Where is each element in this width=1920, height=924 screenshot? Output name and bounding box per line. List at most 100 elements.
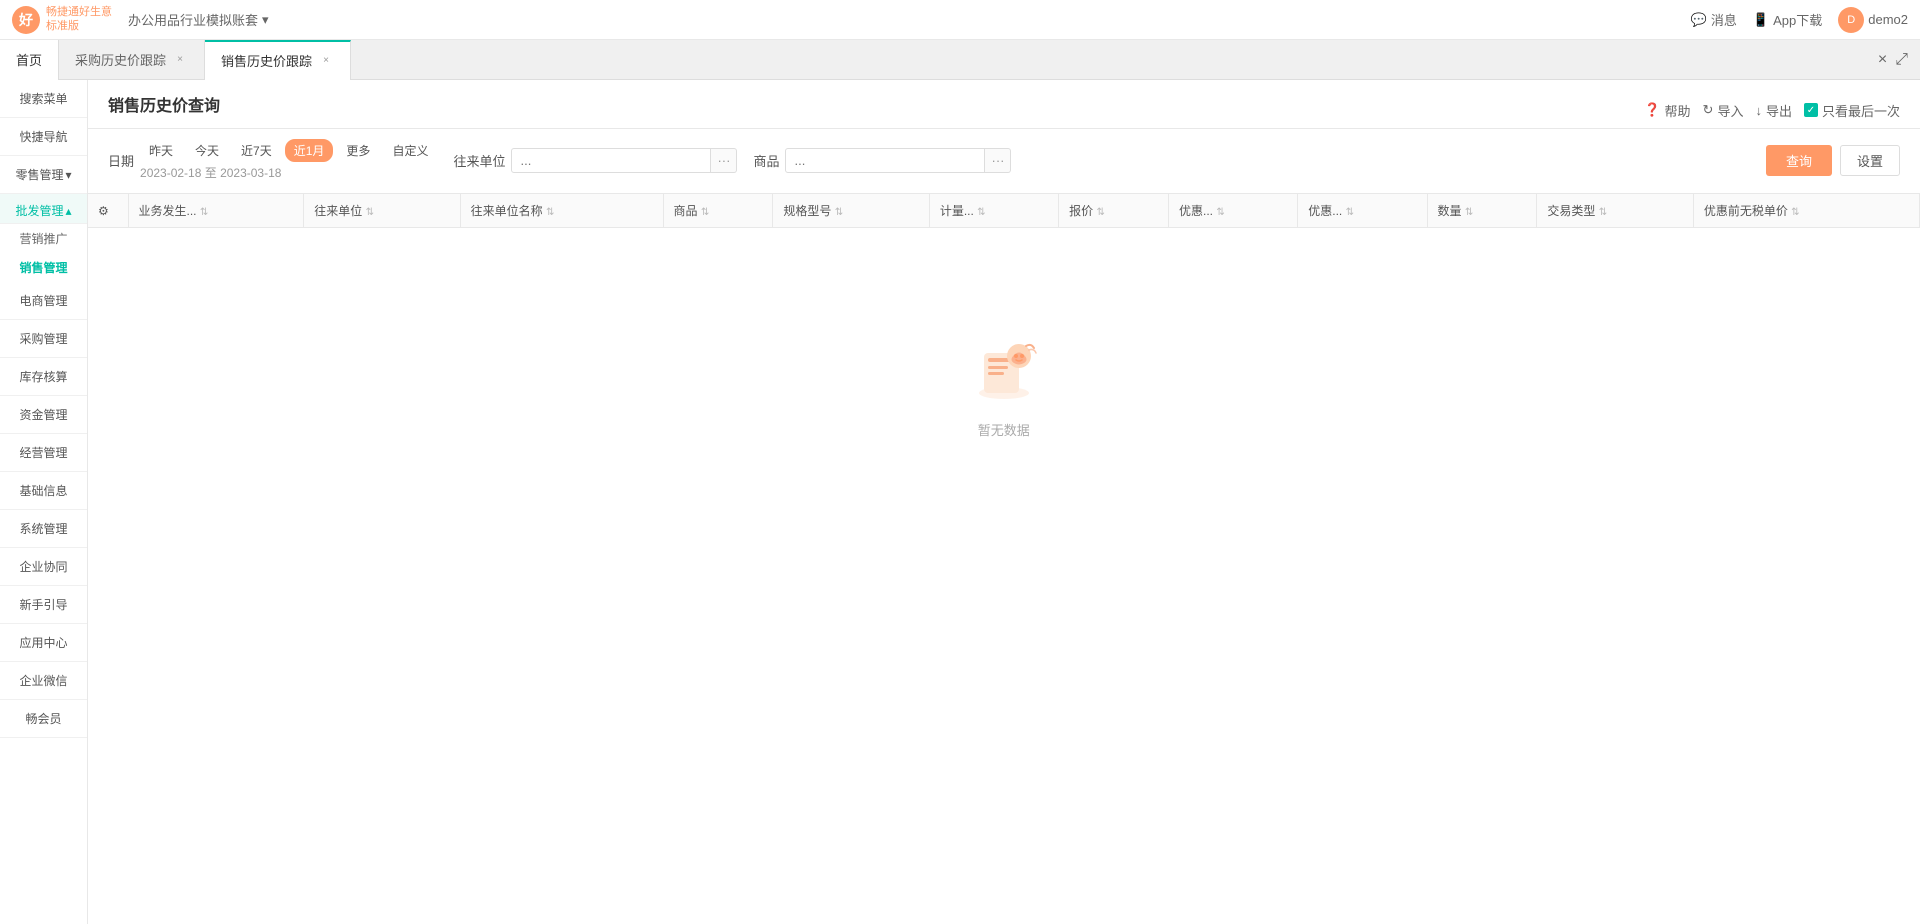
- col-pre-tax-price[interactable]: 优惠前无税单价 ⇅: [1693, 194, 1919, 228]
- from-unit-label: 往来单位: [453, 151, 505, 170]
- sidebar-item-purchase-mgmt[interactable]: 采购管理: [0, 320, 87, 358]
- col-trade-type[interactable]: 交易类型 ⇅: [1537, 194, 1693, 228]
- col-quote-price[interactable]: 报价 ⇅: [1059, 194, 1169, 228]
- from-unit-input[interactable]: [511, 148, 711, 173]
- sidebar-item-system-mgmt[interactable]: 系统管理: [0, 510, 87, 548]
- sidebar-item-enterprise-collab[interactable]: 企业协同: [0, 548, 87, 586]
- filter-row: 日期 昨天 今天 近7天 近1月 更多 自定义 2023-02-18 至 202…: [108, 139, 1900, 181]
- message-item[interactable]: 💬 消息: [1691, 10, 1737, 29]
- sidebar-item-inventory-check[interactable]: 库存核算: [0, 358, 87, 396]
- sort-icon: ⇅: [977, 207, 985, 218]
- date-filter: 日期 昨天 今天 近7天 近1月 更多 自定义 2023-02-18 至 202…: [108, 139, 437, 181]
- table-settings-col[interactable]: ⚙: [88, 194, 128, 228]
- sidebar-item-retail-mgmt[interactable]: 零售管理 ▾: [0, 156, 87, 194]
- sort-icon: ⇅: [1599, 207, 1607, 218]
- close-purchase-history-tab[interactable]: ×: [172, 52, 188, 68]
- col-unit-label: 计量...: [940, 204, 974, 218]
- sort-icon: ⇅: [701, 207, 709, 218]
- col-quote-price-label: 报价: [1069, 204, 1093, 218]
- sidebar-sub-sales-mgmt[interactable]: 销售管理: [0, 253, 87, 282]
- header-actions: ❓ 帮助 ↻ 导入 ↓ 导出 ✓ 只看最后一次: [1644, 101, 1900, 120]
- col-quantity[interactable]: 数量 ⇅: [1427, 194, 1537, 228]
- company-selector[interactable]: 办公用品行业模拟账套 ▾: [120, 10, 277, 29]
- col-quantity-label: 数量: [1438, 204, 1462, 218]
- col-discount2-label: 优惠...: [1308, 204, 1342, 218]
- close-sales-history-tab[interactable]: ×: [318, 53, 334, 69]
- sidebar-item-quick-nav[interactable]: 快捷导航: [0, 118, 87, 156]
- filter-bar: 日期 昨天 今天 近7天 近1月 更多 自定义 2023-02-18 至 202…: [88, 129, 1920, 194]
- date-buttons: 昨天 今天 近7天 近1月 更多 自定义: [140, 139, 437, 162]
- import-action[interactable]: ↻ 导入: [1703, 101, 1744, 120]
- sidebar-item-basic-info[interactable]: 基础信息: [0, 472, 87, 510]
- col-from-unit[interactable]: 往来单位 ⇅: [304, 194, 460, 228]
- col-discount2[interactable]: 优惠... ⇅: [1298, 194, 1427, 228]
- sidebar-item-finance-mgmt[interactable]: 资金管理: [0, 396, 87, 434]
- date-btn-custom[interactable]: 自定义: [383, 139, 437, 162]
- date-btn-yesterday[interactable]: 昨天: [140, 139, 182, 162]
- col-trade-type-label: 交易类型: [1547, 204, 1595, 218]
- help-action[interactable]: ❓ 帮助: [1644, 101, 1690, 120]
- maximize-button[interactable]: ⤢: [1895, 51, 1908, 69]
- date-btn-7days[interactable]: 近7天: [232, 139, 281, 162]
- page-title-row: 销售历史价查询 ❓ 帮助 ↻ 导入 ↓ 导出 ✓: [108, 92, 1900, 128]
- tabbar-actions: × ⤢: [1878, 51, 1920, 69]
- sort-icon: ⇅: [1791, 207, 1799, 218]
- col-unit[interactable]: 计量... ⇅: [929, 194, 1058, 228]
- setting-button[interactable]: 设置: [1840, 145, 1900, 176]
- col-product-label: 商品: [674, 204, 698, 218]
- content-area: 销售历史价查询 ❓ 帮助 ↻ 导入 ↓ 导出 ✓: [88, 80, 1920, 924]
- sidebar-item-app-center[interactable]: 应用中心: [0, 624, 87, 662]
- sort-icon: ⇅: [1465, 207, 1473, 218]
- col-discount1-label: 优惠...: [1179, 204, 1213, 218]
- from-unit-search-icon[interactable]: ···: [711, 148, 737, 173]
- product-label: 商品: [753, 151, 779, 170]
- sidebar-item-vip-member[interactable]: 畅会员: [0, 700, 87, 738]
- sidebar-item-wholesale-mgmt[interactable]: 批发管理 ▴: [0, 194, 87, 224]
- col-from-unit-name[interactable]: 往来单位名称 ⇅: [460, 194, 663, 228]
- sidebar-item-enterprise-wechat[interactable]: 企业微信: [0, 662, 87, 700]
- empty-state: 暂无数据: [88, 228, 1920, 539]
- query-button[interactable]: 查询: [1766, 145, 1832, 176]
- date-btn-1month[interactable]: 近1月: [285, 139, 334, 162]
- date-btn-today[interactable]: 今天: [186, 139, 228, 162]
- table-body: 暂无数据: [88, 228, 1920, 540]
- only-last-checkbox[interactable]: ✓ 只看最后一次: [1804, 101, 1900, 120]
- product-input[interactable]: [785, 148, 985, 173]
- sort-icon: ⇅: [1216, 207, 1224, 218]
- sort-icon: ⇅: [366, 207, 374, 218]
- app-icon: 📱: [1753, 12, 1769, 28]
- col-biz-date[interactable]: 业务发生... ⇅: [128, 194, 304, 228]
- date-btn-more[interactable]: 更多: [337, 139, 379, 162]
- topbar-left: 好 畅捷通好生意 标准版 办公用品行业模拟账套 ▾: [12, 6, 277, 34]
- tab-home[interactable]: 首页: [0, 40, 59, 80]
- sidebar-item-operations-mgmt[interactable]: 经营管理: [0, 434, 87, 472]
- tab-purchase-history[interactable]: 采购历史价跟踪 ×: [59, 40, 205, 80]
- product-filter: 商品 ···: [753, 148, 1011, 173]
- tab-sales-history[interactable]: 销售历史价跟踪 ×: [205, 40, 351, 80]
- date-range-text: 2023-02-18 至 2023-03-18: [140, 164, 437, 181]
- table-settings-icon[interactable]: ⚙: [98, 204, 109, 218]
- sort-icon: ⇅: [1346, 207, 1354, 218]
- page-header: 销售历史价查询 ❓ 帮助 ↻ 导入 ↓ 导出 ✓: [88, 80, 1920, 129]
- topbar: 好 畅捷通好生意 标准版 办公用品行业模拟账套 ▾ 💬 消息 📱 App下载 D…: [0, 0, 1920, 40]
- tab-purchase-history-label: 采购历史价跟踪: [75, 50, 166, 69]
- app-download-item[interactable]: 📱 App下载: [1753, 10, 1822, 29]
- chevron-down-icon: ▾: [65, 168, 71, 182]
- close-all-tabs-button[interactable]: ×: [1878, 51, 1887, 69]
- sidebar-item-ecommerce-mgmt[interactable]: 电商管理: [0, 282, 87, 320]
- sidebar-sub-marketing-promo[interactable]: 营销推广: [0, 224, 87, 253]
- export-action[interactable]: ↓ 导出: [1755, 101, 1792, 120]
- col-spec-model[interactable]: 规格型号 ⇅: [773, 194, 929, 228]
- product-search-icon[interactable]: ···: [985, 148, 1011, 173]
- avatar: D: [1838, 7, 1864, 33]
- sidebar-item-search-menu[interactable]: 搜索菜单: [0, 80, 87, 118]
- from-unit-input-group: ···: [511, 148, 737, 173]
- logo-area: 好 畅捷通好生意 标准版: [12, 6, 112, 34]
- filter-right: 查询 设置: [1766, 145, 1900, 176]
- date-label: 日期: [108, 151, 134, 170]
- col-product[interactable]: 商品 ⇅: [663, 194, 773, 228]
- sidebar-item-new-guide[interactable]: 新手引导: [0, 586, 87, 624]
- help-icon: ❓: [1644, 102, 1660, 118]
- user-item[interactable]: D demo2: [1838, 7, 1908, 33]
- col-discount1[interactable]: 优惠... ⇅: [1168, 194, 1297, 228]
